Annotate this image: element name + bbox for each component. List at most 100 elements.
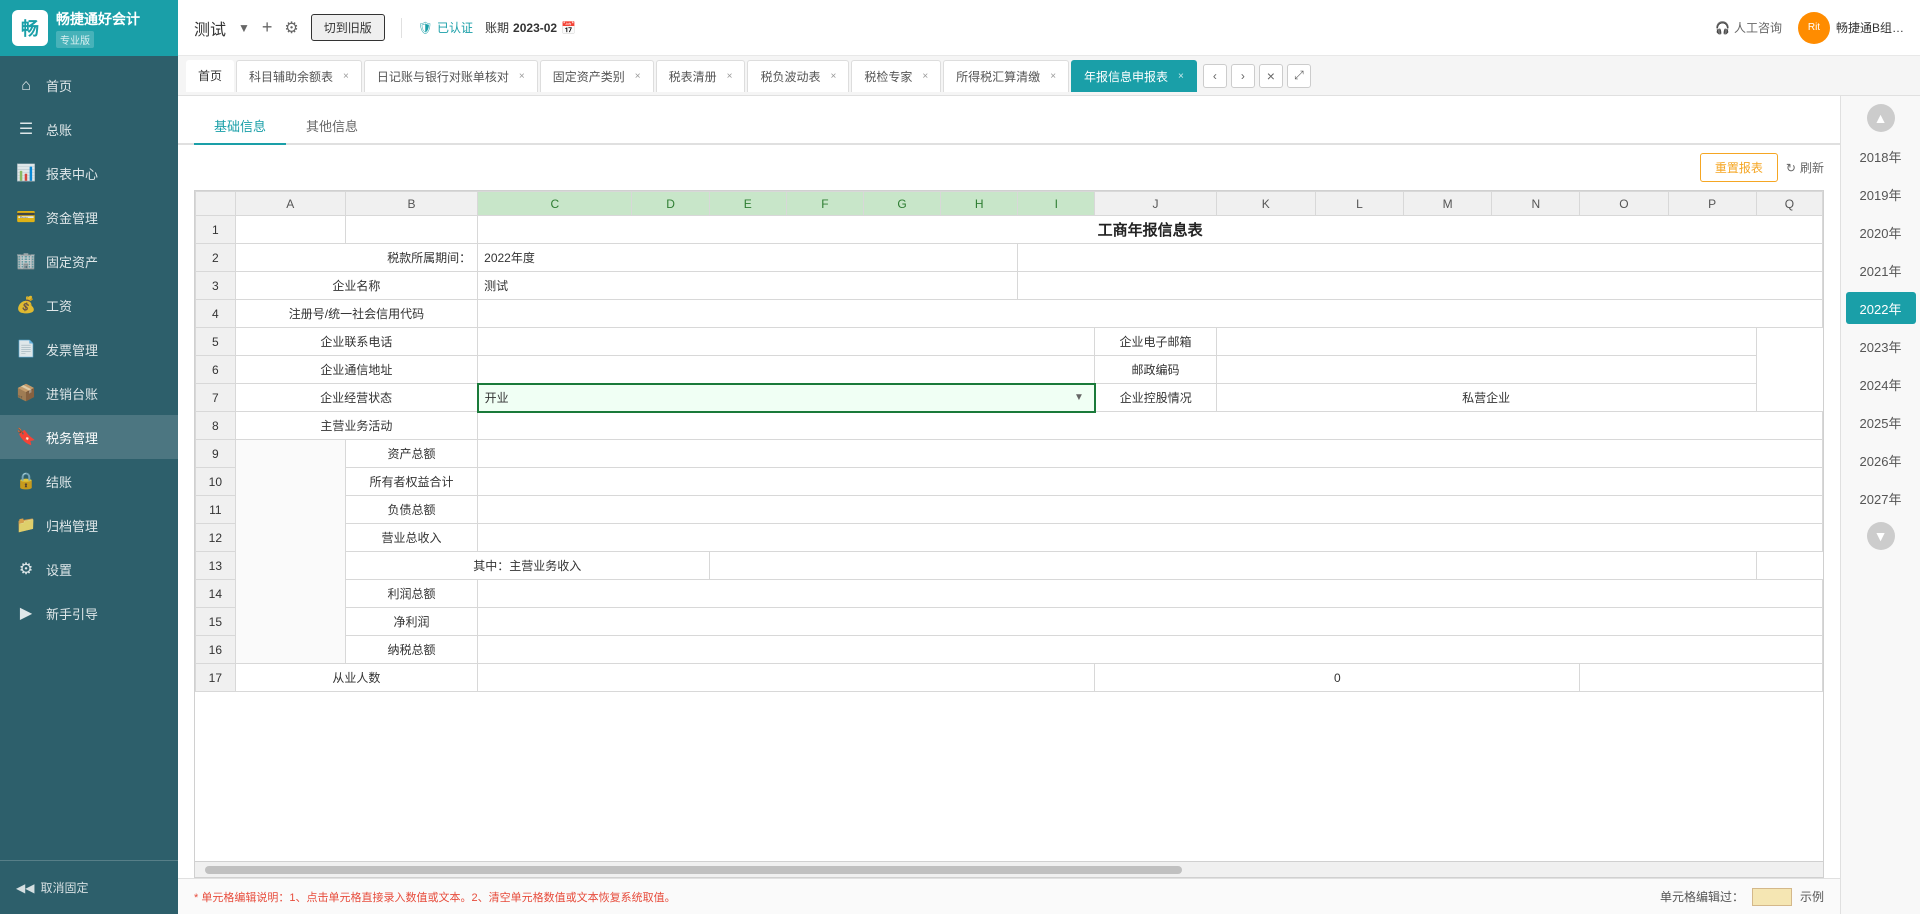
cancel-fixed-button[interactable]: ◀◀ 取消固定	[0, 869, 178, 906]
cell-b1[interactable]	[345, 216, 477, 244]
cell-employees-label[interactable]: 从业人数	[235, 664, 477, 692]
col-header-l[interactable]: L	[1315, 192, 1403, 216]
cell-tax-label[interactable]: 纳税总额	[345, 636, 477, 664]
cell-total-assets-value[interactable]	[478, 440, 1823, 468]
year-item-2021[interactable]: 2021年	[1846, 254, 1916, 286]
business-status-select-wrapper[interactable]: 开业 注销 吊销 迁出 撤销	[485, 391, 1088, 405]
year-item-2025[interactable]: 2025年	[1846, 406, 1916, 438]
cell-address-value[interactable]	[478, 356, 1095, 384]
col-header-d[interactable]: D	[632, 192, 709, 216]
sidebar-item-fixed-assets[interactable]: 🏢 固定资产	[0, 239, 178, 283]
user-menu[interactable]: Rit 畅捷通B组…	[1798, 12, 1904, 44]
year-item-2022[interactable]: 2022年	[1846, 292, 1916, 324]
col-header-k[interactable]: K	[1216, 192, 1315, 216]
tab-subsidiary[interactable]: 科目辅助余额表 ×	[236, 60, 362, 92]
tab-close-tax-return[interactable]: ×	[727, 71, 733, 82]
sidebar-item-ledger[interactable]: ☰ 总账	[0, 107, 178, 151]
cell-period-label[interactable]: 税款所属期间：	[235, 244, 477, 272]
col-header-m[interactable]: M	[1404, 192, 1492, 216]
cell-ownership-value[interactable]: 私营企业	[1216, 384, 1756, 412]
col-header-n[interactable]: N	[1492, 192, 1580, 216]
cell-address-label[interactable]: 企业通信地址	[235, 356, 477, 384]
year-item-2026[interactable]: 2026年	[1846, 444, 1916, 476]
tab-close-income-tax[interactable]: ×	[1050, 71, 1056, 82]
tab-close-subsidiary[interactable]: ×	[343, 71, 349, 82]
tab-close-all-button[interactable]: ×	[1259, 64, 1283, 88]
sidebar-item-invoice[interactable]: 📄 发票管理	[0, 327, 178, 371]
col-header-p[interactable]: P	[1668, 192, 1756, 216]
cell-equity-label[interactable]: 所有者权益合计	[345, 468, 477, 496]
cell-ownership-label[interactable]: 企业控股情况	[1095, 384, 1216, 412]
switch-version-button[interactable]: 切到旧版	[311, 14, 385, 41]
h-scrollbar[interactable]	[194, 862, 1824, 878]
cell-phone-value[interactable]	[478, 328, 1095, 356]
col-header-j[interactable]: J	[1095, 192, 1216, 216]
tab-close-fixed-asset-type[interactable]: ×	[635, 71, 641, 82]
tab-prev-button[interactable]: ‹	[1203, 64, 1227, 88]
sub-tab-other[interactable]: 其他信息	[286, 108, 378, 145]
tab-next-button[interactable]: ›	[1231, 64, 1255, 88]
cell-status-label[interactable]: 企业经营状态	[235, 384, 477, 412]
sidebar-item-salary[interactable]: 💰 工资	[0, 283, 178, 327]
cell-liabilities-label[interactable]: 负债总额	[345, 496, 477, 524]
year-up-button[interactable]: ▲	[1867, 104, 1895, 132]
tab-tax-return[interactable]: 税表清册 ×	[656, 60, 746, 92]
cell-postal-label[interactable]: 邮政编码	[1095, 356, 1216, 384]
cell-employees-number[interactable]: 0	[1095, 664, 1580, 692]
cell-email-label[interactable]: 企业电子邮箱	[1095, 328, 1216, 356]
calendar-icon[interactable]: 📅	[561, 21, 576, 35]
refresh-button[interactable]: ↻ 刷新	[1786, 153, 1824, 182]
col-header-f[interactable]: F	[786, 192, 863, 216]
cell-revenue-label[interactable]: 营业总收入	[345, 524, 477, 552]
cell-postal-value[interactable]	[1216, 356, 1756, 384]
sidebar-item-tax[interactable]: 🔖 税务管理	[0, 415, 178, 459]
year-item-2018[interactable]: 2018年	[1846, 140, 1916, 172]
year-item-2027[interactable]: 2027年	[1846, 482, 1916, 514]
tab-close-annual-report[interactable]: ×	[1178, 71, 1184, 82]
cell-period-value[interactable]: 2022年度	[478, 244, 1018, 272]
sub-tab-basic[interactable]: 基础信息	[194, 108, 286, 145]
cell-company-label[interactable]: 企业名称	[235, 272, 477, 300]
col-header-q[interactable]: Q	[1756, 192, 1822, 216]
year-item-2019[interactable]: 2019年	[1846, 178, 1916, 210]
year-down-button[interactable]: ▼	[1867, 522, 1895, 550]
tab-tax-fluctuation[interactable]: 税负波动表 ×	[747, 60, 849, 92]
spreadsheet[interactable]: A B C D E F G H I J	[194, 190, 1824, 862]
tab-annual-report[interactable]: 年报信息申报表 ×	[1071, 60, 1197, 92]
tab-home[interactable]: 首页	[186, 60, 234, 92]
sidebar-item-closing[interactable]: 🔒 结账	[0, 459, 178, 503]
cell-net-profit-value[interactable]	[478, 608, 1823, 636]
cell-equity-value[interactable]	[478, 468, 1823, 496]
col-header-c[interactable]: C	[478, 192, 632, 216]
cell-main-biz-label[interactable]: 主营业务活动	[235, 412, 477, 440]
col-header-b[interactable]: B	[345, 192, 477, 216]
sidebar-item-newbie[interactable]: ▶ 新手引导	[0, 591, 178, 635]
cell-main-revenue-label[interactable]: 其中：主营业务收入	[345, 552, 709, 580]
year-item-2024[interactable]: 2024年	[1846, 368, 1916, 400]
tab-expand-button[interactable]: ⤢	[1287, 64, 1311, 88]
cell-revenue-value[interactable]	[478, 524, 1823, 552]
sidebar-item-home[interactable]: ⌂ 首页	[0, 64, 178, 107]
col-header-g[interactable]: G	[863, 192, 940, 216]
cell-email-value[interactable]	[1216, 328, 1756, 356]
year-item-2023[interactable]: 2023年	[1846, 330, 1916, 362]
col-header-o[interactable]: O	[1580, 192, 1668, 216]
add-button[interactable]: +	[262, 17, 273, 38]
reset-report-button[interactable]: 重置报表	[1700, 153, 1778, 182]
business-status-select[interactable]: 开业 注销 吊销 迁出 撤销	[485, 391, 1088, 405]
tab-journal[interactable]: 日记账与银行对账单核对 ×	[364, 60, 538, 92]
cell-profit-value[interactable]	[478, 580, 1823, 608]
cell-phone-label[interactable]: 企业联系电话	[235, 328, 477, 356]
col-header-a[interactable]: A	[235, 192, 345, 216]
cell-net-profit-label[interactable]: 净利润	[345, 608, 477, 636]
cell-tax-value[interactable]	[478, 636, 1823, 664]
sidebar-item-report[interactable]: 📊 报表中心	[0, 151, 178, 195]
cell-empty-3[interactable]	[1018, 272, 1823, 300]
cell-main-biz-value[interactable]	[478, 412, 1823, 440]
cell-a1[interactable]	[235, 216, 345, 244]
tab-close-journal[interactable]: ×	[519, 71, 525, 82]
year-item-2020[interactable]: 2020年	[1846, 216, 1916, 248]
cell-liabilities-value[interactable]	[478, 496, 1823, 524]
dropdown-icon[interactable]: ▼	[238, 21, 250, 35]
cell-reg-label[interactable]: 注册号/统一社会信用代码	[235, 300, 477, 328]
